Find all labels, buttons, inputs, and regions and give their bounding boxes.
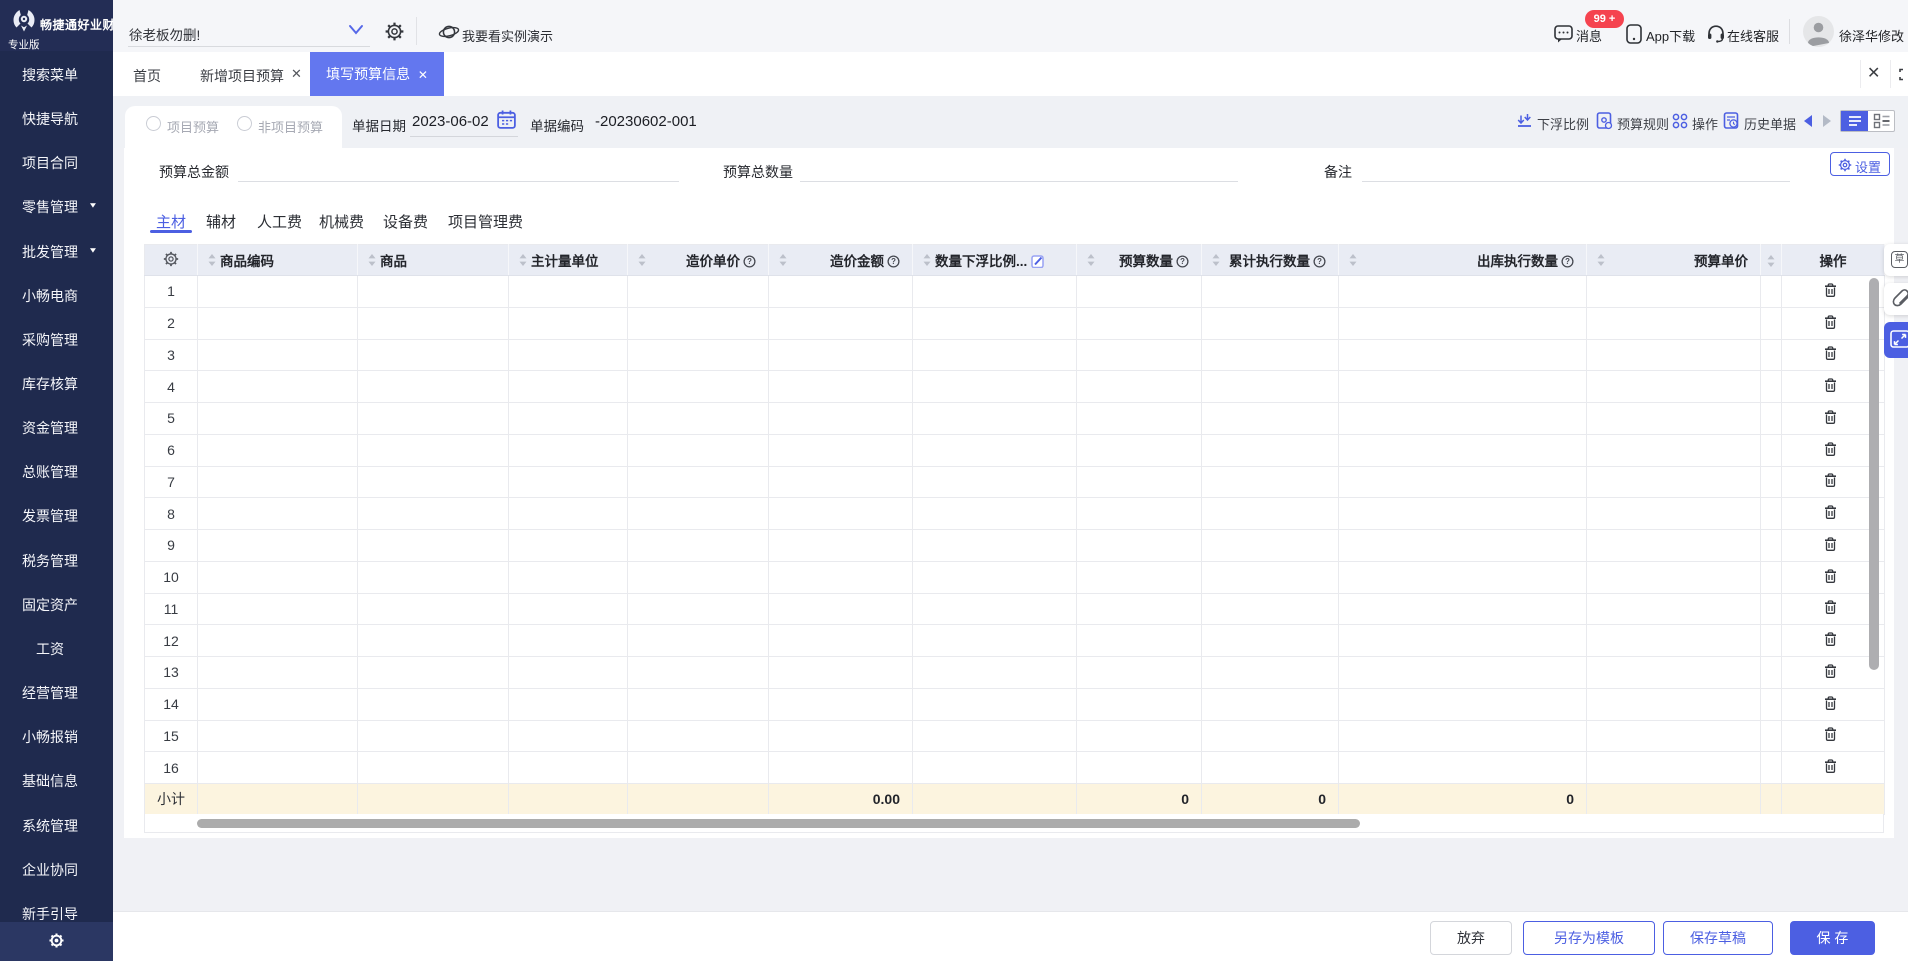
svg-text:?: ? <box>1565 257 1570 266</box>
svg-text:?: ? <box>1180 257 1185 266</box>
svg-text:?: ? <box>747 257 752 266</box>
svg-text:?: ? <box>891 257 896 266</box>
svg-text:?: ? <box>1317 257 1322 266</box>
